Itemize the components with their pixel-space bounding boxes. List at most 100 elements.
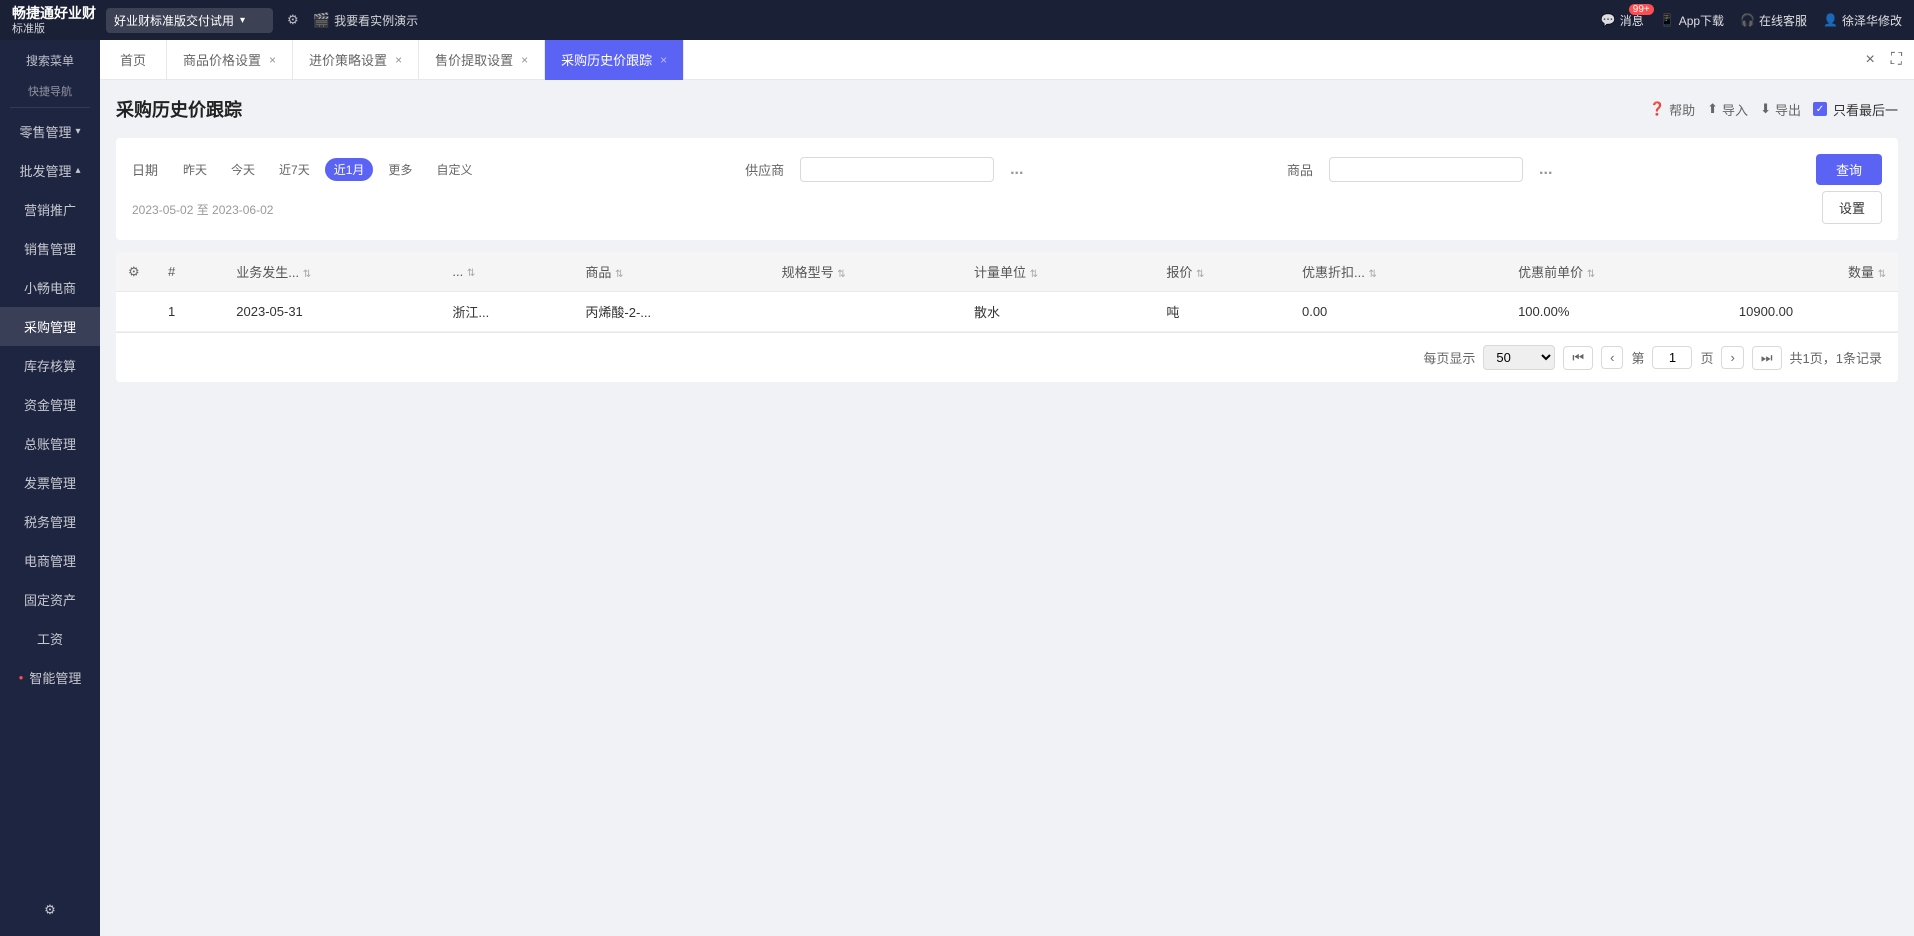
settings-button[interactable]: 设置	[1822, 191, 1882, 224]
th-business-date[interactable]: 业务发生... ⇅	[224, 252, 440, 292]
query-button[interactable]: 查询	[1816, 154, 1882, 185]
sidebar-item-marketing[interactable]: 营销推广	[0, 190, 100, 229]
sidebar-item-invoice[interactable]: 发票管理	[0, 463, 100, 502]
th-more1[interactable]: ... ⇅	[440, 252, 573, 292]
sidebar-item-finance[interactable]: 资金管理	[0, 385, 100, 424]
th-goods[interactable]: 商品 ⇅	[573, 252, 769, 292]
sidebar-item-label: 工资	[37, 629, 63, 648]
sidebar-item-retail[interactable]: 零售管理 ▾	[0, 112, 100, 151]
next-page-button[interactable]: ›	[1721, 346, 1743, 369]
data-table: ⚙ # 业务发生... ⇅ ... ⇅ 商品 ⇅ 规格型号 ⇅ 计量单位 ⇅ 报…	[116, 252, 1898, 332]
date-btn-custom[interactable]: 自定义	[427, 158, 481, 181]
export-link[interactable]: ⬇ 导出	[1760, 100, 1801, 119]
tab-home[interactable]: 首页	[100, 40, 167, 80]
date-options: 昨天 今天 近7天 近1月 更多 自定义	[174, 158, 481, 181]
sidebar-item-ledger[interactable]: 总账管理	[0, 424, 100, 463]
version-selector[interactable]: 好业财标准版交付试用 ▾	[106, 8, 273, 33]
sidebar-settings-button[interactable]: ⚙	[0, 892, 100, 928]
goods-input[interactable]	[1329, 157, 1523, 182]
demo-icon: 🎬	[313, 12, 330, 29]
demo-button[interactable]: 🎬 我要看实例演示	[313, 12, 418, 29]
logo-main: 畅捷通好业财	[12, 4, 96, 22]
first-page-button[interactable]: ⏮	[1563, 346, 1593, 370]
th-price[interactable]: 报价 ⇅	[1154, 252, 1290, 292]
supplier-input[interactable]	[800, 157, 994, 182]
tab-close-icon[interactable]: ×	[660, 53, 667, 67]
sidebar-item-ecommerce[interactable]: 电商管理	[0, 541, 100, 580]
tab-purchase-history[interactable]: 采购历史价跟踪 ×	[545, 40, 684, 80]
sidebar-item-inventory[interactable]: 库存核算	[0, 346, 100, 385]
date-btn-7days[interactable]: 近7天	[270, 158, 319, 181]
goods-filter-label: 商品	[1287, 160, 1313, 179]
table-container: ⚙ # 业务发生... ⇅ ... ⇅ 商品 ⇅ 规格型号 ⇅ 计量单位 ⇅ 报…	[116, 252, 1898, 382]
sidebar-bottom: ⚙	[0, 884, 100, 936]
online-service-button[interactable]: 🎧 在线客服	[1740, 12, 1807, 29]
th-quantity[interactable]: 数量 ⇅	[1727, 252, 1898, 292]
sidebar-item-label: 资金管理	[24, 395, 76, 414]
sidebar-item-purchase[interactable]: 采购管理	[0, 307, 100, 346]
header-settings-button[interactable]: ⚙	[283, 8, 303, 32]
sidebar-quick-nav[interactable]: 快捷导航	[0, 77, 100, 103]
prev-page-button[interactable]: ‹	[1601, 346, 1623, 369]
tab-label: 采购历史价跟踪	[561, 50, 652, 69]
th-spec[interactable]: 规格型号 ⇅	[770, 252, 962, 292]
tab-price-settings[interactable]: 商品价格设置 ×	[167, 40, 293, 80]
th-before-discount[interactable]: 优惠前单价 ⇅	[1506, 252, 1727, 292]
supplier-more-icon[interactable]: ...	[1010, 161, 1023, 179]
tab-bar: 首页 商品价格设置 × 进价策略设置 × 售价提取设置 × 采购历史价跟踪 × …	[100, 40, 1914, 80]
sidebar-item-wholesale[interactable]: 批发管理 ▴	[0, 151, 100, 190]
total-info: 共1页，1条记录	[1790, 348, 1882, 367]
cell-discount: 100.00%	[1506, 292, 1727, 332]
help-link[interactable]: ❓ 帮助	[1649, 100, 1695, 119]
import-label: 导入	[1722, 100, 1748, 119]
settings-icon[interactable]: ⚙	[128, 264, 140, 279]
sidebar-item-label: 电商管理	[24, 551, 76, 570]
sidebar-item-label: 批发管理	[19, 161, 71, 180]
only-last-label: 只看最后一	[1833, 100, 1898, 119]
per-page-select[interactable]: 50 20 100	[1483, 345, 1555, 370]
last-page-button[interactable]: ⏭	[1752, 346, 1782, 370]
tab-close-icon[interactable]: ×	[395, 53, 402, 67]
th-settings[interactable]: ⚙	[116, 252, 156, 292]
sidebar-divider	[10, 107, 90, 108]
app-download-label: App下载	[1679, 12, 1724, 29]
sidebar-item-ai[interactable]: ● 智能管理	[0, 658, 100, 697]
tab-close-icon[interactable]: ×	[521, 53, 528, 67]
th-unit[interactable]: 计量单位 ⇅	[962, 252, 1154, 292]
chevron-down-icon: ▾	[240, 15, 245, 26]
tab-selling-price[interactable]: 售价提取设置 ×	[419, 40, 545, 80]
import-link[interactable]: ⬆ 导入	[1707, 100, 1748, 119]
tab-close-icon[interactable]: ×	[269, 53, 276, 67]
sidebar-item-ecommerce-small[interactable]: 小畅电商	[0, 268, 100, 307]
checkbox-icon	[1813, 102, 1827, 116]
th-discount[interactable]: 优惠折扣... ⇅	[1290, 252, 1506, 292]
sidebar-item-payroll[interactable]: 工资	[0, 619, 100, 658]
date-btn-today[interactable]: 今天	[222, 158, 264, 181]
goods-more-icon[interactable]: ...	[1539, 161, 1552, 179]
export-icon: ⬇	[1760, 101, 1771, 117]
app-download-button[interactable]: 📱 App下载	[1660, 12, 1724, 29]
per-page-label: 每页显示	[1423, 348, 1475, 367]
page-content: 采购历史价跟踪 ❓ 帮助 ⬆ 导入 ⬇ 导出	[100, 80, 1914, 936]
sidebar-item-sales[interactable]: 销售管理	[0, 229, 100, 268]
sidebar-item-label: 税务管理	[24, 512, 76, 531]
date-btn-1month[interactable]: 近1月	[325, 158, 374, 181]
date-btn-more[interactable]: 更多	[379, 158, 421, 181]
tab-close-button[interactable]: ×	[1861, 47, 1878, 73]
sidebar-item-fixed-assets[interactable]: 固定资产	[0, 580, 100, 619]
date-btn-yesterday[interactable]: 昨天	[174, 158, 216, 181]
sidebar-search[interactable]: 搜索菜单	[0, 40, 100, 77]
sidebar-item-tax[interactable]: 税务管理	[0, 502, 100, 541]
gear-icon: ⚙	[44, 902, 56, 918]
user-profile-button[interactable]: 👤 徐泽华修改	[1823, 12, 1902, 29]
tab-fullscreen-button[interactable]: ⛶	[1887, 47, 1906, 73]
tab-purchase-price-strategy[interactable]: 进价策略设置 ×	[293, 40, 419, 80]
messages-button[interactable]: 💬 消息 99+	[1601, 12, 1644, 29]
only-last-checkbox[interactable]: 只看最后一	[1813, 100, 1898, 119]
page-header: 采购历史价跟踪 ❓ 帮助 ⬆ 导入 ⬇ 导出	[116, 96, 1898, 122]
tab-label: 售价提取设置	[435, 50, 513, 69]
sidebar-item-label: 固定资产	[24, 590, 76, 609]
dot-icon: ●	[19, 673, 24, 682]
cell-price-unit: 吨	[1154, 292, 1290, 332]
page-number-input[interactable]	[1652, 346, 1692, 369]
